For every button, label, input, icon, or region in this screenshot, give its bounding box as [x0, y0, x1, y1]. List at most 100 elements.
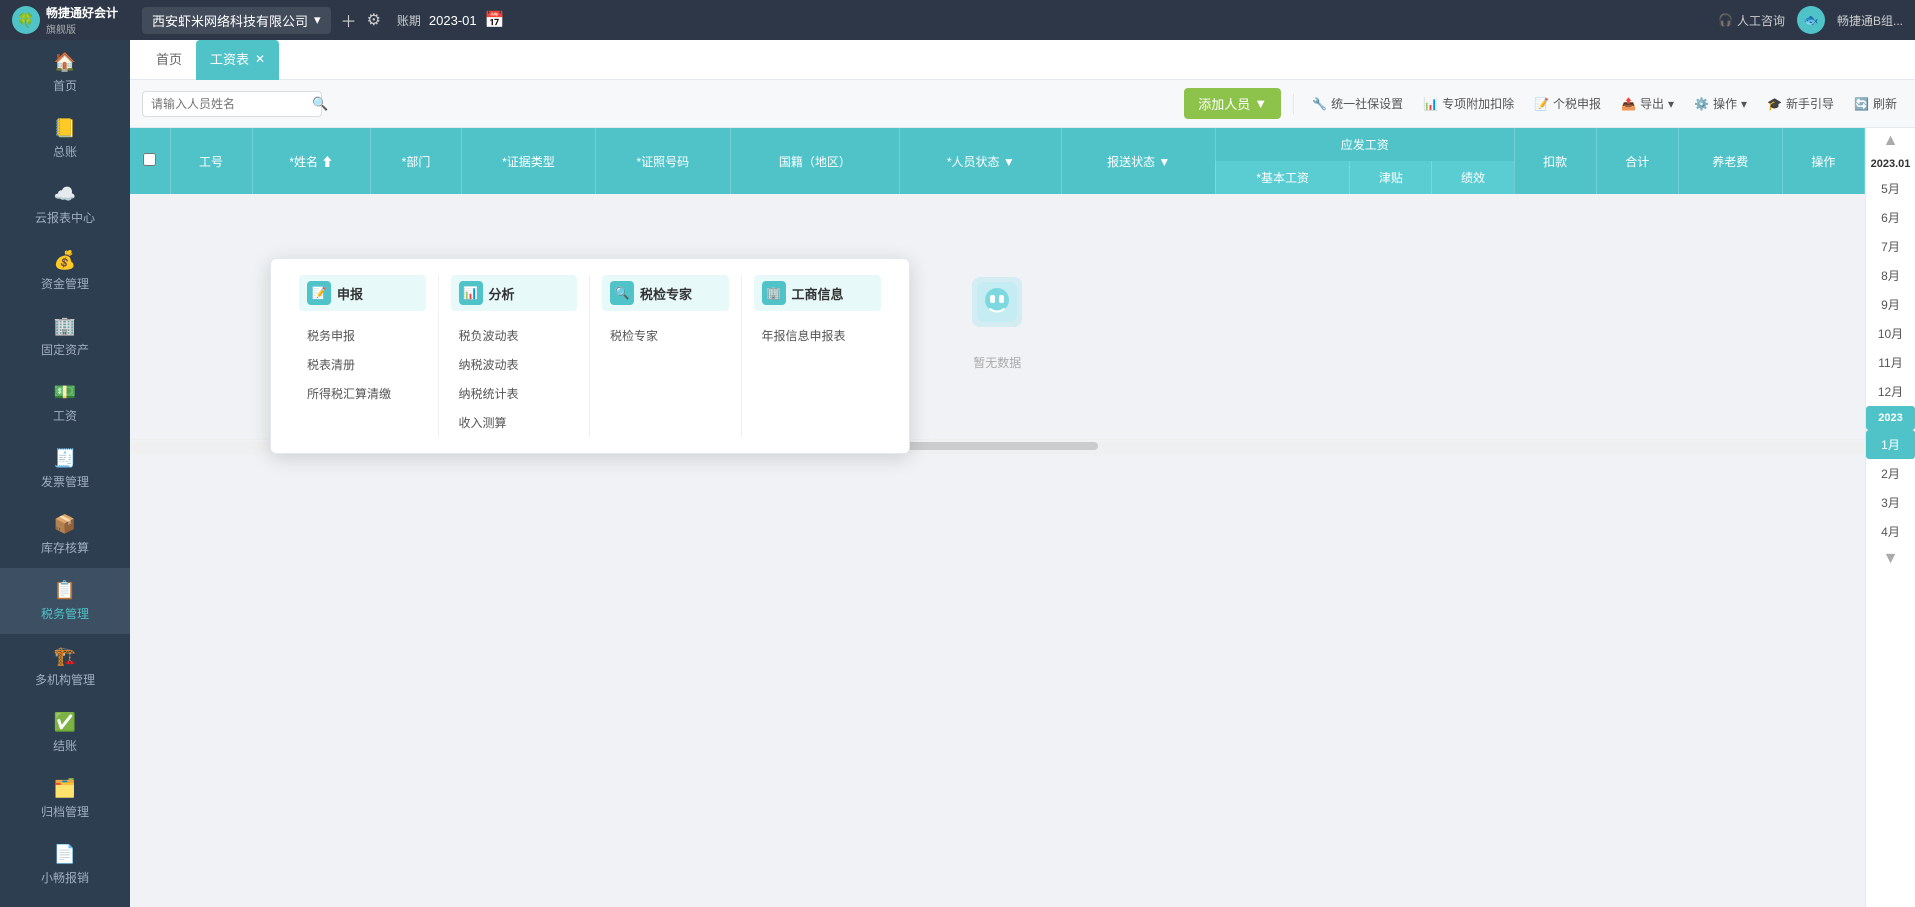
refresh-icon: 🔄 — [1854, 97, 1869, 111]
add-person-button[interactable]: 添加人员 ▼ — [1184, 88, 1281, 119]
tax-expert-col-icon: 🔍 — [610, 281, 634, 305]
cal-year-2023-top: 2023.01 — [1869, 154, 1913, 174]
sidebar-item-invoice[interactable]: 🧾 发票管理 — [0, 436, 130, 502]
dropdown-col-declaration: 📝 申报 税务申报 税表清册 所得税汇算清缴 — [287, 275, 439, 437]
dropdown-item-annual-report[interactable]: 年报信息申报表 — [754, 321, 882, 350]
cal-month-7[interactable]: 7月 — [1866, 232, 1915, 261]
company-name: 西安虾米网络科技有限公司 — [152, 11, 308, 30]
cal-month-11[interactable]: 11月 — [1866, 348, 1915, 377]
cal-month-8[interactable]: 8月 — [1866, 261, 1915, 290]
sidebar-item-closing[interactable]: ✅ 结账 — [0, 700, 130, 766]
cal-month-3[interactable]: 3月 — [1866, 488, 1915, 517]
th-deduct: 扣款 — [1514, 128, 1596, 194]
company-selector[interactable]: 西安虾米网络科技有限公司 ▾ — [142, 7, 331, 34]
cal-month-5[interactable]: 5月 — [1866, 174, 1915, 203]
dropdown-item-tax-declaration[interactable]: 税务申报 — [299, 321, 426, 350]
sidebar-item-inventory[interactable]: 📦 库存核算 — [0, 502, 130, 568]
sidebar-label-cloud-report: 云报表中心 — [35, 209, 95, 226]
select-all-checkbox[interactable] — [143, 153, 156, 166]
dropdown-item-tax-form-clear[interactable]: 税表清册 — [299, 350, 426, 379]
sidebar-item-tax[interactable]: 📋 税务管理 — [0, 568, 130, 634]
dropdown-col-header-declaration: 📝 申报 — [299, 275, 426, 311]
tax-icon: 📋 — [54, 580, 76, 601]
cloud-icon: ☁️ — [54, 184, 76, 205]
empty-text: 暂无数据 — [973, 354, 1021, 371]
cal-month-6[interactable]: 6月 — [1866, 203, 1915, 232]
tab-salary-table[interactable]: 工资表 ✕ — [196, 40, 279, 80]
settings-icon-btn[interactable]: ⚙ — [367, 10, 381, 30]
export-icon: 📤 — [1621, 97, 1636, 111]
headset-icon: 🎧 — [1718, 13, 1733, 27]
sidebar-item-cloud-report[interactable]: ☁️ 云报表中心 — [0, 172, 130, 238]
refresh-btn[interactable]: 🔄 刷新 — [1848, 91, 1903, 116]
personal-tax-btn[interactable]: 📝 个税申报 — [1528, 91, 1607, 116]
sidebar-item-salary[interactable]: 💵 工资 — [0, 370, 130, 436]
add-icon-btn[interactable]: ＋ — [341, 8, 357, 32]
dropdown-col-tax-expert: 🔍 税检专家 税检专家 — [590, 275, 742, 437]
cal-arrow-up[interactable]: ▲ — [1879, 128, 1903, 154]
dropdown-item-tax-burden[interactable]: 税负波动表 — [451, 321, 578, 350]
th-report-status: 报送状态 ▼ — [1062, 128, 1216, 194]
sidebar-label-salary: 工资 — [53, 407, 77, 424]
chevron-down-icon: ▾ — [314, 12, 321, 28]
cal-month-1[interactable]: 1月 — [1866, 430, 1915, 459]
user-service-btn[interactable]: 🎧 人工咨询 — [1718, 12, 1785, 29]
tab-close-icon[interactable]: ✕ — [255, 52, 265, 66]
export-btn[interactable]: 📤 导出 ▾ — [1615, 91, 1680, 116]
cal-month-12[interactable]: 12月 — [1866, 377, 1915, 406]
th-checkbox[interactable] — [130, 128, 170, 194]
sidebar-item-ledger[interactable]: 📒 总账 — [0, 106, 130, 172]
social-security-btn[interactable]: 🔧 统一社保设置 — [1306, 91, 1409, 116]
sidebar-item-settings[interactable]: ⚙️ 基础设置 — [0, 898, 130, 907]
header-right: 🎧 人工咨询 🐟 畅捷通B组... — [1718, 6, 1903, 34]
tab-bar: 首页 工资表 ✕ — [130, 40, 1915, 80]
dropdown-item-income-tax-calc[interactable]: 所得税汇算清缴 — [299, 379, 426, 408]
operations-dropdown-icon: ▾ — [1741, 97, 1747, 111]
guide-btn[interactable]: 🎓 新手引导 — [1761, 91, 1840, 116]
dropdown-item-income-forecast[interactable]: 收入测算 — [451, 408, 578, 437]
th-action: 操作 — [1782, 128, 1864, 194]
th-name: *姓名 ⬆ — [252, 128, 371, 194]
sidebar-item-home[interactable]: 🏠 首页 — [0, 40, 130, 106]
cal-month-4[interactable]: 4月 — [1866, 517, 1915, 546]
right-calendar: ▲ 2023.01 5月 6月 7月 8月 9月 10月 11月 12月 202… — [1865, 128, 1915, 907]
cal-arrow-down[interactable]: ▼ — [1879, 546, 1903, 572]
sidebar-item-fund[interactable]: 💰 资金管理 — [0, 238, 130, 304]
sidebar-label-report: 小畅报销 — [41, 869, 89, 886]
empty-state-icon — [957, 262, 1037, 342]
divider-1 — [1293, 94, 1294, 114]
cal-month-10[interactable]: 10月 — [1866, 319, 1915, 348]
cal-month-9[interactable]: 9月 — [1866, 290, 1915, 319]
sidebar-item-archive[interactable]: 🗂️ 归档管理 — [0, 766, 130, 832]
dropdown-item-tax-payment[interactable]: 纳税波动表 — [451, 350, 578, 379]
fund-icon: 💰 — [54, 250, 76, 271]
sidebar-item-fixed-assets[interactable]: 🏢 固定资产 — [0, 304, 130, 370]
logo-area: 🍀 畅捷通好会计 旗舰版 — [12, 4, 142, 36]
sidebar-label-multi-org: 多机构管理 — [35, 671, 95, 688]
cal-month-2[interactable]: 2月 — [1866, 459, 1915, 488]
operations-label: 操作 — [1713, 95, 1737, 112]
archive-icon: 🗂️ — [54, 778, 76, 799]
content-area: 首页 工资表 ✕ 🔍 添加人员 ▼ 🔧 — [130, 40, 1915, 907]
table-container[interactable]: 工号 *姓名 ⬆ *部门 *证据类型 *证照号码 国籍（地区） *人员状态 ▼ … — [130, 128, 1865, 907]
table-cal-wrapper: 工号 *姓名 ⬆ *部门 *证据类型 *证照号码 国籍（地区） *人员状态 ▼ … — [130, 128, 1915, 907]
sidebar-item-multi-org[interactable]: 🏗️ 多机构管理 — [0, 634, 130, 700]
org-icon: 🏗️ — [54, 646, 76, 667]
sidebar-label-inventory: 库存核算 — [41, 539, 89, 556]
th-base-salary: *基本工资 — [1215, 161, 1349, 194]
search-wrapper: 🔍 — [142, 91, 322, 117]
dropdown-col-business-info: 🏢 工商信息 年报信息申报表 — [742, 275, 894, 437]
refresh-label: 刷新 — [1873, 95, 1897, 112]
special-deduct-btn[interactable]: 📊 专项附加扣除 — [1417, 91, 1520, 116]
personal-tax-icon: 📝 — [1534, 97, 1549, 111]
dropdown-item-tax-expert[interactable]: 税检专家 — [602, 321, 729, 350]
sidebar-item-report[interactable]: 📄 小畅报销 — [0, 832, 130, 898]
dropdown-col-header-tax-expert: 🔍 税检专家 — [602, 275, 729, 311]
dropdown-item-tax-stat[interactable]: 纳税统计表 — [451, 379, 578, 408]
search-input[interactable] — [151, 97, 306, 111]
th-id-type: *证据类型 — [461, 128, 595, 194]
tab-home[interactable]: 首页 — [142, 40, 196, 80]
operations-btn[interactable]: ⚙️ 操作 ▾ — [1688, 91, 1753, 116]
calendar-icon-btn[interactable]: 📅 — [485, 10, 505, 30]
add-button-label: 添加人员 — [1198, 94, 1250, 113]
